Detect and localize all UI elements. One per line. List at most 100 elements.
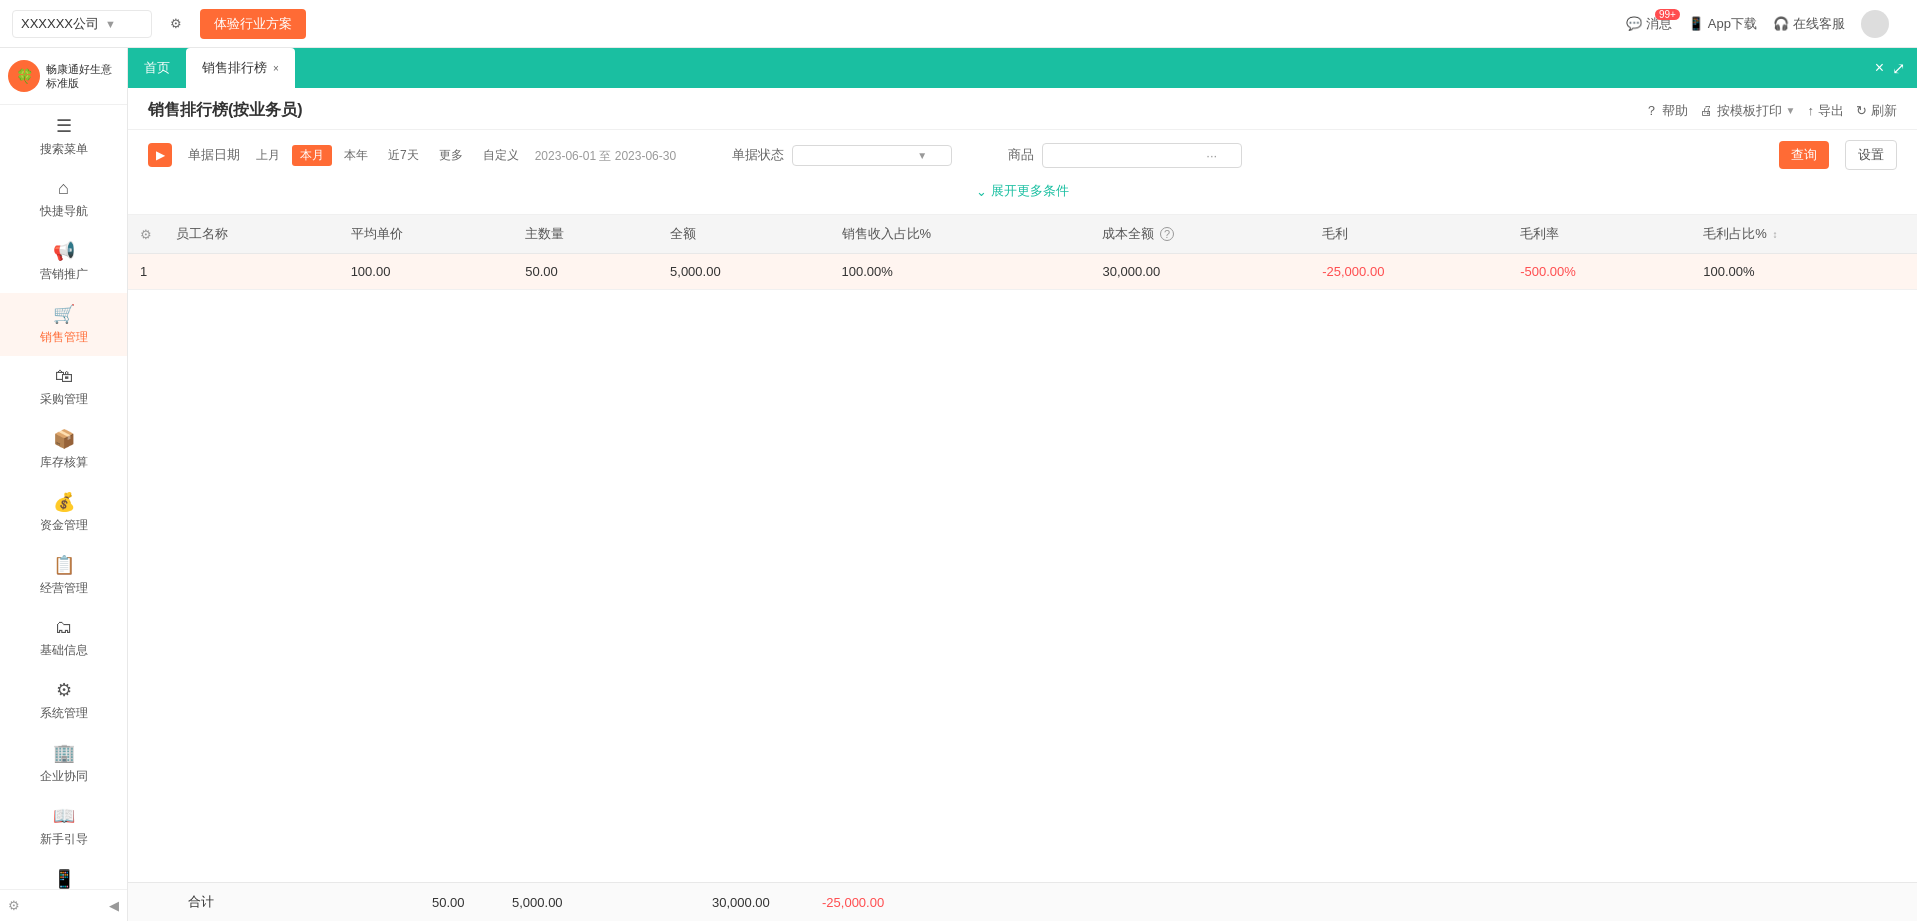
online-service-button[interactable]: 🎧 在线客服 — [1773, 15, 1845, 33]
message-button[interactable]: 💬 消息 99+ — [1626, 15, 1672, 33]
sidebar-item-system[interactable]: ⚙ 系统管理 — [0, 669, 127, 732]
message-badge: 99+ — [1655, 9, 1680, 20]
refresh-button[interactable]: ↻ 刷新 — [1856, 102, 1897, 120]
purchase-icon: 🛍 — [55, 366, 73, 387]
company-selector[interactable]: XXXXXX公司 ▼ — [12, 10, 152, 38]
user-avatar[interactable] — [1861, 10, 1889, 38]
sidebar-item-purchase[interactable]: 🛍 采购管理 — [0, 356, 127, 418]
sidebar-item-inventory[interactable]: 📦 库存核算 — [0, 418, 127, 481]
enterprise-icon: 🏢 — [53, 742, 75, 764]
logo-text: 畅康通好生意 标准版 — [46, 62, 112, 91]
goods-select[interactable]: ··· — [1042, 143, 1242, 168]
cost-help-icon[interactable]: ? — [1160, 227, 1174, 241]
guide-icon: 📖 — [53, 805, 75, 827]
sales-ranking-table: ⚙ 员工名称 平均单价 主数量 — [128, 215, 1917, 290]
sidebar-item-guide[interactable]: 📖 新手引导 — [0, 795, 127, 858]
export-label: 导出 — [1818, 102, 1844, 120]
gross-pct-sort-icon[interactable]: ↕ — [1772, 229, 1777, 240]
cell-gross-rate: -500.00% — [1508, 254, 1691, 290]
home-icon: ⌂ — [58, 178, 69, 199]
col-sales-pct-header: 销售收入占比% — [830, 215, 1091, 254]
logo-icon: 🍀 — [8, 60, 40, 92]
sidebar-collapse-icon[interactable]: ◀ — [109, 898, 119, 913]
sidebar-item-basic-label: 基础信息 — [40, 642, 88, 659]
message-icon: 💬 — [1626, 16, 1642, 31]
goods-more-icon: ··· — [1206, 148, 1217, 163]
app-download-icon: 📱 — [1688, 16, 1704, 31]
window-close-icon[interactable]: × — [1875, 59, 1884, 77]
search-order-icon: ☰ — [56, 115, 72, 137]
topbar-settings-button[interactable]: ⚙ — [160, 8, 192, 40]
table-area: ⚙ 员工名称 平均单价 主数量 — [128, 215, 1917, 882]
sidebar-item-search-order[interactable]: ☰ 搜索菜单 — [0, 105, 127, 168]
date-opt-custom[interactable]: 自定义 — [475, 145, 527, 166]
date-opt-last-month[interactable]: 上月 — [248, 145, 288, 166]
inventory-icon: 📦 — [53, 428, 75, 450]
sidebar-item-quick-nav[interactable]: ⌂ 快捷导航 — [0, 168, 127, 230]
sidebar-item-basic-info[interactable]: 🗂 基础信息 — [0, 607, 127, 669]
col-cost-header: 成本全额 ? — [1090, 215, 1310, 254]
filter-expand-arrow-button[interactable]: ▶ — [148, 143, 172, 167]
date-opt-this-month[interactable]: 本月 — [292, 145, 332, 166]
footer-amount-val: 5,000.00 — [500, 895, 600, 910]
date-opt-this-year[interactable]: 本年 — [336, 145, 376, 166]
basic-info-icon: 🗂 — [55, 617, 73, 638]
active-tab-label: 销售排行榜 — [202, 59, 267, 77]
company-arrow-icon: ▼ — [105, 18, 116, 30]
filter-row-1: ▶ 单据日期 上月 本月 本年 近7天 更多 自定义 — [148, 140, 1897, 170]
app-download-button[interactable]: 📱 App下载 — [1688, 15, 1757, 33]
help-icon: ？ — [1645, 102, 1658, 120]
cell-quantity: 50.00 — [513, 254, 658, 290]
operations-icon: 📋 — [53, 554, 75, 576]
sidebar-logo: 🍀 畅康通好生意 标准版 — [0, 48, 127, 105]
help-label: 帮助 — [1662, 102, 1688, 120]
print-arrow-icon: ▼ — [1786, 105, 1796, 116]
sidebar-item-enterprise[interactable]: 🏢 企业协同 — [0, 732, 127, 795]
tab-sales-ranking[interactable]: 销售排行榜 × — [186, 48, 295, 88]
sidebar-bottom-settings-icon[interactable]: ⚙ — [8, 898, 20, 913]
tab-close-icon[interactable]: × — [273, 63, 279, 74]
footer-sales-pct-spacer — [600, 895, 700, 910]
date-options: 上月 本月 本年 近7天 更多 自定义 — [248, 145, 527, 166]
sidebar-item-system-label: 系统管理 — [40, 705, 88, 722]
app-center-icon: 📱 — [53, 868, 75, 889]
help-button[interactable]: ？ 帮助 — [1645, 102, 1688, 120]
date-filter: 单据日期 上月 本月 本年 近7天 更多 自定义 2023-06-01 至 20… — [188, 145, 676, 166]
sidebar-item-sales[interactable]: 🛒 销售管理 — [0, 293, 127, 356]
print-button[interactable]: 🖨 按模板打印 ▼ — [1700, 102, 1796, 120]
expand-conditions-button[interactable]: ⌄ 展开更多条件 — [976, 182, 1069, 200]
sidebar-item-marketing-label: 营销推广 — [40, 266, 88, 283]
col-settings-header: ⚙ — [128, 215, 164, 254]
expand-icon: ⌄ — [976, 184, 987, 199]
date-opt-more[interactable]: 更多 — [431, 145, 471, 166]
footer-gross-val: -25,000.00 — [810, 895, 920, 910]
date-opt-7days[interactable]: 近7天 — [380, 145, 427, 166]
sales-icon: 🛒 — [53, 303, 75, 325]
sidebar-item-app-center[interactable]: 📱 应用中心 — [0, 858, 127, 889]
column-settings-icon[interactable]: ⚙ — [140, 227, 152, 242]
page-title: 销售排行榜(按业务员) — [148, 100, 303, 121]
cell-cost: 30,000.00 — [1090, 254, 1310, 290]
sidebar-item-marketing[interactable]: 📢 营销推广 — [0, 230, 127, 293]
trial-industry-button[interactable]: 体验行业方案 — [200, 9, 306, 39]
query-button[interactable]: 查询 — [1779, 141, 1829, 169]
goods-filter-label: 商品 — [1008, 146, 1034, 164]
settings-button[interactable]: 设置 — [1845, 140, 1897, 170]
footer-values: 50.00 5,000.00 30,000.00 -25,000.00 — [340, 895, 1905, 910]
status-filter-label: 单据状态 — [732, 146, 784, 164]
table-footer: 合计 50.00 5,000.00 30,000.00 -25,000.00 — [128, 882, 1917, 921]
company-name: XXXXXX公司 — [21, 15, 99, 33]
sidebar-item-finance[interactable]: 💰 资金管理 — [0, 481, 127, 544]
sidebar-item-operations[interactable]: 📋 经营管理 — [0, 544, 127, 607]
tab-home[interactable]: 首页 — [128, 48, 186, 88]
export-button[interactable]: ↑ 导出 — [1808, 102, 1845, 120]
print-label: 按模板打印 — [1717, 102, 1782, 120]
cell-sales-pct: 100.00% — [830, 254, 1091, 290]
status-select[interactable]: ▼ — [792, 145, 952, 166]
window-restore-icon[interactable]: ⤢ — [1892, 59, 1905, 78]
cell-avg-price: 100.00 — [339, 254, 514, 290]
nav-tabs: 首页 销售排行榜 × × ⤢ — [128, 48, 1917, 88]
filter-area: ▶ 单据日期 上月 本月 本年 近7天 更多 自定义 — [128, 130, 1917, 215]
sidebar-item-quick-label: 快捷导航 — [40, 203, 88, 220]
status-filter: 单据状态 ▼ — [732, 145, 952, 166]
